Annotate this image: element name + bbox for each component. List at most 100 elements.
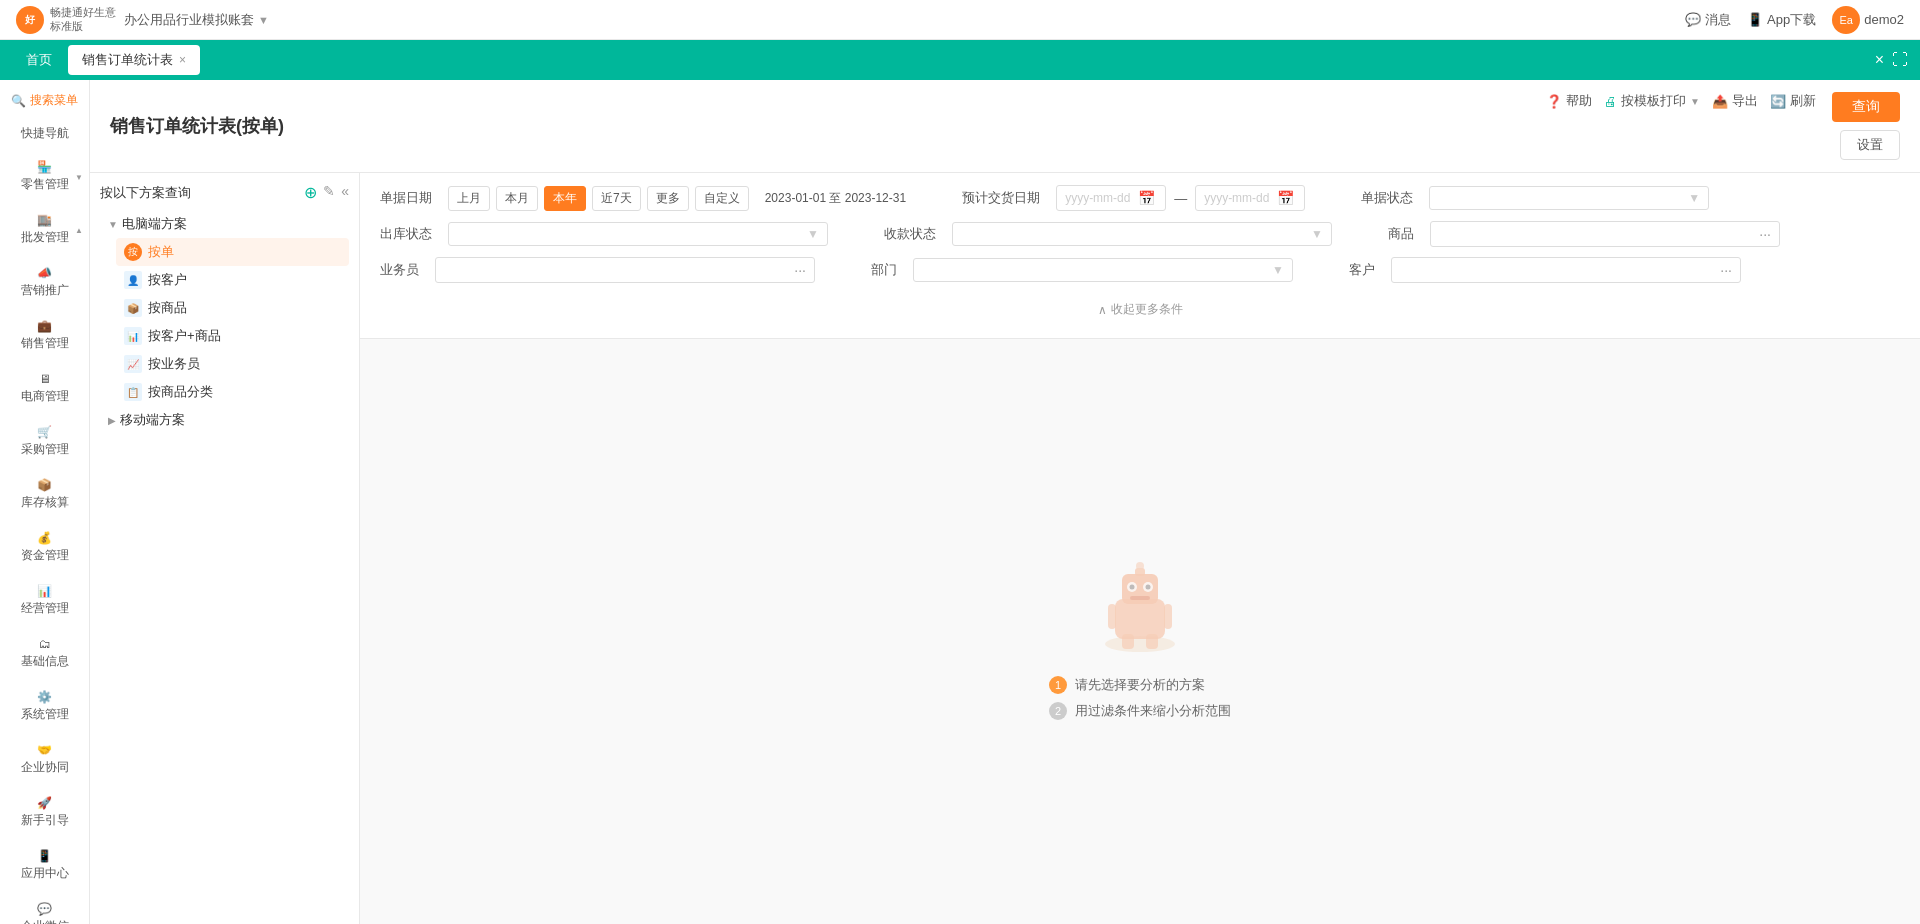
set-button[interactable]: 设置: [1840, 130, 1900, 160]
calendar-start-icon: 📅: [1138, 190, 1155, 206]
date-btn-custom[interactable]: 自定义: [695, 186, 749, 211]
salesman-dots[interactable]: ···: [794, 262, 806, 278]
sidebar-item-sales[interactable]: 💼 销售管理: [0, 309, 89, 362]
date-btn-this-year[interactable]: 本年: [544, 186, 586, 211]
date-btn-more[interactable]: 更多: [647, 186, 689, 211]
print-btn[interactable]: 🖨 按模板打印 ▼: [1604, 92, 1700, 110]
logo-icon: 好: [16, 6, 44, 34]
sidebar-item-basic[interactable]: 🗂 基础信息: [0, 627, 89, 680]
sidebar-item-retail[interactable]: 🏪 零售管理: [0, 150, 89, 203]
tree-item-by-customer[interactable]: 👤 按客户: [116, 266, 349, 294]
sidebar-item-purchase[interactable]: 🛒 采购管理: [0, 415, 89, 468]
collapse-panel-icon[interactable]: «: [341, 183, 349, 202]
status-select[interactable]: ▼: [1429, 186, 1709, 210]
sidebar-item-ecommerce[interactable]: 🖥 电商管理: [0, 362, 89, 415]
top-bar-left: 好 畅捷通好生意 标准版 办公用品行业模拟账套 ▼: [16, 6, 269, 34]
add-scheme-icon[interactable]: ⊕: [304, 183, 317, 202]
print-dropdown-icon[interactable]: ▼: [1690, 96, 1700, 107]
tab-sales-order[interactable]: 销售订单统计表 ×: [68, 45, 200, 75]
refresh-btn[interactable]: 🔄 刷新: [1770, 92, 1816, 110]
top-bar: 好 畅捷通好生意 标准版 办公用品行业模拟账套 ▼ 💬 消息 📱 App下载 E…: [0, 0, 1920, 40]
expected-date-start[interactable]: yyyy-mm-dd 📅: [1056, 185, 1166, 211]
middle-section: 按以下方案查询 ⊕ ✎ « ▼ 电脑端方案 按 按单: [90, 173, 1920, 924]
window-close-icon[interactable]: ×: [1875, 51, 1884, 69]
svg-rect-1: [1115, 599, 1165, 639]
window-expand-icon[interactable]: ⛶: [1892, 51, 1908, 69]
tree-item-by-order[interactable]: 按 按单: [116, 238, 349, 266]
tree-item-by-goods[interactable]: 📦 按商品: [116, 294, 349, 322]
newbie-icon: 🚀: [37, 796, 52, 810]
top-bar-title[interactable]: 办公用品行业模拟账套 ▼: [124, 11, 269, 29]
app-download-btn[interactable]: 📱 App下载: [1747, 11, 1816, 29]
delivery-dropdown-icon: ▼: [807, 227, 819, 241]
message-btn[interactable]: 💬 消息: [1685, 11, 1731, 29]
tab-home[interactable]: 首页: [12, 45, 66, 75]
delivery-select[interactable]: ▼: [448, 222, 828, 246]
tree-item-by-goods-category[interactable]: 📋 按商品分类: [116, 378, 349, 406]
sidebar-item-inventory[interactable]: 📦 库存核算: [0, 468, 89, 521]
date-btn-last-month[interactable]: 上月: [448, 186, 490, 211]
purchase-icon: 🛒: [37, 425, 52, 439]
dept-select[interactable]: ▼: [913, 258, 1293, 282]
step-num-1: 1: [1049, 676, 1067, 694]
sidebar-search[interactable]: 🔍 搜索菜单: [0, 84, 89, 117]
basic-icon: 🗂: [39, 637, 51, 651]
sidebar-item-wechat[interactable]: 💬 企业微信: [0, 892, 89, 924]
page-header-right: ❓ 帮助 🖨 按模板打印 ▼ 📤 导出 🔄 刷新: [1546, 92, 1900, 160]
sidebar-item-finance[interactable]: 💰 资金管理: [0, 521, 89, 574]
delivery-label: 出库状态: [380, 225, 432, 243]
empty-step-1: 1 请先选择要分析的方案: [1049, 676, 1231, 694]
sidebar-item-marketing[interactable]: 📣 营销推广: [0, 256, 89, 309]
payment-select[interactable]: ▼: [952, 222, 1332, 246]
collapse-bar[interactable]: ∧ 收起更多条件: [380, 293, 1900, 326]
payment-label: 收款状态: [884, 225, 936, 243]
logo-area: 好 畅捷通好生意 标准版: [16, 6, 116, 34]
sidebar-item-operation[interactable]: 📊 经营管理: [0, 574, 89, 627]
dropdown-icon[interactable]: ▼: [258, 14, 269, 26]
by-salesman-icon: 📈: [124, 355, 142, 373]
sidebar-item-enterprise[interactable]: 🤝 企业协同: [0, 733, 89, 786]
customer-dots[interactable]: ···: [1720, 262, 1732, 278]
sidebar-item-wholesale[interactable]: 🏬 批发管理: [0, 203, 89, 256]
goods-label: 商品: [1388, 225, 1414, 243]
help-icon: ❓: [1546, 94, 1562, 109]
expected-date-end[interactable]: yyyy-mm-dd 📅: [1195, 185, 1305, 211]
goods-dots[interactable]: ···: [1759, 226, 1771, 242]
sidebar-item-system[interactable]: ⚙️ 系统管理: [0, 680, 89, 733]
avatar: Ea: [1832, 6, 1860, 34]
calendar-end-icon: 📅: [1277, 190, 1294, 206]
export-btn[interactable]: 📤 导出: [1712, 92, 1758, 110]
tree-mobile-section[interactable]: ▶ 移动端方案: [100, 406, 349, 434]
edit-scheme-icon[interactable]: ✎: [323, 183, 335, 202]
customer-input[interactable]: ···: [1391, 257, 1741, 283]
system-icon: ⚙️: [37, 690, 52, 704]
svg-rect-13: [1146, 634, 1158, 649]
page-header: 销售订单统计表(按单) ❓ 帮助 🖨 按模板打印 ▼ 📤 导出: [90, 80, 1920, 173]
user-menu[interactable]: Ea demo2: [1832, 6, 1904, 34]
refresh-icon: 🔄: [1770, 94, 1786, 109]
by-goods-icon: 📦: [124, 299, 142, 317]
goods-input[interactable]: ···: [1430, 221, 1780, 247]
inventory-icon: 📦: [37, 478, 52, 492]
mobile-icon: 📱: [1747, 12, 1763, 27]
collapse-up-icon: ∧: [1098, 303, 1107, 317]
sidebar-item-newbie[interactable]: 🚀 新手引导: [0, 786, 89, 839]
help-btn[interactable]: ❓ 帮助: [1546, 92, 1592, 110]
content-area: 销售订单统计表(按单) ❓ 帮助 🖨 按模板打印 ▼ 📤 导出: [90, 80, 1920, 924]
dept-dropdown-icon: ▼: [1272, 263, 1284, 277]
tree-desktop-section[interactable]: ▼ 电脑端方案: [100, 210, 349, 238]
tab-close-icon[interactable]: ×: [179, 53, 186, 67]
sidebar-nav-quicklink[interactable]: 快捷导航: [0, 117, 89, 150]
date-btn-this-month[interactable]: 本月: [496, 186, 538, 211]
salesman-input[interactable]: ···: [435, 257, 815, 283]
query-button[interactable]: 查询: [1832, 92, 1900, 122]
tree-item-by-salesman[interactable]: 📈 按业务员: [116, 350, 349, 378]
panel-header-icons: ⊕ ✎ «: [304, 183, 349, 202]
sidebar-item-appcenter[interactable]: 📱 应用中心: [0, 839, 89, 892]
payment-dropdown-icon: ▼: [1311, 227, 1323, 241]
tree-item-by-customer-goods[interactable]: 📊 按客户+商品: [116, 322, 349, 350]
left-panel: 按以下方案查询 ⊕ ✎ « ▼ 电脑端方案 按 按单: [90, 173, 360, 924]
date-btn-7days[interactable]: 近7天: [592, 186, 641, 211]
sidebar: 🔍 搜索菜单 快捷导航 🏪 零售管理 🏬 批发管理 📣 营销推广 💼 销售管理 …: [0, 80, 90, 924]
tree-mobile-arrow: ▶: [108, 415, 116, 426]
